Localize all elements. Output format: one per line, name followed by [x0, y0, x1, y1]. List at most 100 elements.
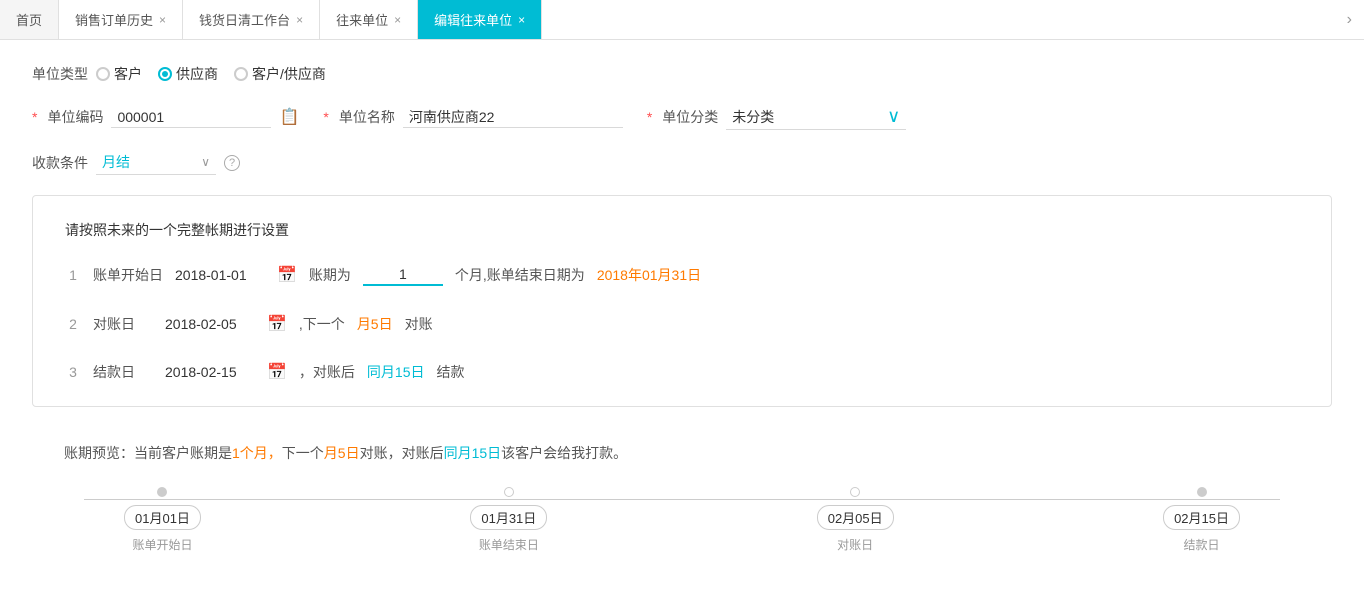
tab-edit-partner-label: 编辑往来单位 — [434, 10, 512, 29]
unit-category-select[interactable]: 未分类 ∨ — [726, 104, 906, 130]
radio-both-label: 客户/供应商 — [252, 64, 326, 84]
period-label-2: 对账日 — [93, 314, 153, 334]
period-suffix-pre-2: ,下一个 — [299, 314, 345, 334]
period-date-2: 2018-02-05 — [165, 316, 255, 332]
unit-name-star: * — [323, 109, 328, 125]
timeline-label-0: 账单开始日 — [132, 536, 192, 553]
timeline-node-2: 02月05日 对账日 — [817, 487, 894, 553]
payment-condition-group: 收款条件 月结 ∨ ? — [32, 150, 240, 175]
payment-condition-label: 收款条件 — [32, 153, 88, 173]
tab-home-label: 首页 — [16, 10, 42, 29]
payment-condition-row: 收款条件 月结 ∨ ? — [32, 150, 1332, 175]
timeline-wrap: 01月01日 账单开始日 01月31日 账单结束日 02月05日 对账日 02月… — [104, 487, 1260, 553]
period-value-input[interactable] — [363, 264, 443, 286]
unit-name-group: * 单位名称 — [323, 107, 622, 128]
period-row-1: 1 账单开始日 2018-01-01 📅 账期为 个月,账单结束日期为 2018… — [65, 264, 1299, 286]
period-suffix-post-3: 结款 — [437, 362, 465, 382]
unit-code-copy-icon[interactable]: 📋 — [279, 107, 299, 127]
payment-condition-arrow-icon: ∨ — [201, 155, 210, 169]
radio-supplier-label: 供应商 — [176, 64, 218, 84]
period-row-2: 2 对账日 2018-02-05 📅 ,下一个 月5日 对账 — [65, 314, 1299, 334]
radio-customer-label: 客户 — [114, 64, 142, 84]
unit-name-label: 单位名称 — [339, 107, 395, 127]
tab-edit-partner-close[interactable]: × — [518, 13, 525, 27]
radio-both-circle — [234, 67, 248, 81]
unit-category-star: * — [647, 109, 652, 125]
period-cal-icon-3[interactable]: 📅 — [267, 362, 287, 382]
timeline-pill-0: 01月01日 — [124, 505, 201, 530]
unit-code-input[interactable] — [111, 107, 271, 128]
timeline-node-3: 02月15日 结款日 — [1163, 487, 1240, 553]
preview-highlight2: 月5日 — [324, 445, 360, 461]
period-row-3: 3 结款日 2018-02-15 📅 ，对账后 同月15日 结款 — [65, 362, 1299, 382]
unit-category-arrow-icon: ∨ — [887, 106, 900, 127]
timeline-container: 01月01日 账单开始日 01月31日 账单结束日 02月05日 对账日 02月… — [64, 487, 1300, 553]
preview-highlight1: 1个月， — [232, 445, 282, 461]
period-label-1: 账单开始日 — [93, 265, 163, 285]
timeline-label-2: 对账日 — [837, 536, 873, 553]
unit-code-label: 单位编码 — [47, 107, 103, 127]
tab-sales-history[interactable]: 销售订单历史 × — [59, 0, 183, 39]
period-label-3: 结款日 — [93, 362, 153, 382]
tab-partner-units-close[interactable]: × — [394, 13, 401, 27]
period-num-3: 3 — [65, 364, 81, 380]
main-content: 单位类型 客户 供应商 客户/供应商 * 单位编码 — [0, 40, 1364, 608]
radio-supplier[interactable]: 供应商 — [158, 64, 218, 84]
payment-condition-dropdown[interactable]: 月结 ∨ — [96, 150, 216, 175]
radio-both[interactable]: 客户/供应商 — [234, 64, 326, 84]
preview-section: 账期预览：当前客户账期是1个月，下一个月5日对账，对账后同月15日该客户会给我打… — [32, 427, 1332, 553]
tab-sales-history-close[interactable]: × — [159, 13, 166, 27]
preview-mid2: 对账，对账后 — [360, 445, 444, 461]
unit-code-star: * — [32, 109, 37, 125]
preview-suffix: 该客户会给我打款。 — [501, 445, 627, 461]
unit-category-label: 单位分类 — [662, 107, 718, 127]
preview-mid1: 下一个 — [282, 445, 324, 461]
period-num-1: 1 — [65, 267, 81, 283]
unit-type-group: 单位类型 客户 供应商 客户/供应商 — [32, 64, 326, 84]
period-suffix-highlight-3: 同月15日 — [367, 362, 425, 382]
radio-group: 客户 供应商 客户/供应商 — [96, 64, 326, 84]
period-suffix-pre-3: ，对账后 — [299, 362, 355, 382]
tab-partner-units-label: 往来单位 — [336, 10, 388, 29]
period-end-date-1: 2018年01月31日 — [597, 265, 701, 285]
timeline-node-1: 01月31日 账单结束日 — [470, 487, 547, 553]
timeline-label-3: 结款日 — [1184, 536, 1220, 553]
unit-type-row: 单位类型 客户 供应商 客户/供应商 — [32, 64, 1332, 84]
tab-expand-button[interactable]: › — [1335, 11, 1364, 29]
timeline-dot-0 — [157, 487, 167, 497]
tab-partner-units[interactable]: 往来单位 × — [320, 0, 418, 39]
period-suffix-post-2: 对账 — [405, 314, 433, 334]
timeline-pill-3: 02月15日 — [1163, 505, 1240, 530]
timeline-pill-1: 01月31日 — [470, 505, 547, 530]
preview-text: 账期预览：当前客户账期是1个月，下一个月5日对账，对账后同月15日该客户会给我打… — [64, 443, 1300, 463]
tab-cash-desk-close[interactable]: × — [296, 13, 303, 27]
preview-highlight3: 同月15日 — [444, 445, 502, 461]
period-date-1: 2018-01-01 — [175, 267, 265, 283]
period-text-1: 账期为 — [309, 265, 351, 285]
timeline-dot-2 — [850, 487, 860, 497]
unit-type-label: 单位类型 — [32, 64, 88, 84]
unit-info-row: * 单位编码 📋 * 单位名称 * 单位分类 未分类 ∨ — [32, 104, 1332, 130]
tab-edit-partner[interactable]: 编辑往来单位 × — [418, 0, 542, 39]
period-cal-icon-1[interactable]: 📅 — [277, 265, 297, 285]
period-settings-box: 请按照未来的一个完整帐期进行设置 1 账单开始日 2018-01-01 📅 账期… — [32, 195, 1332, 407]
period-cal-icon-2[interactable]: 📅 — [267, 314, 287, 334]
payment-condition-value: 月结 — [102, 152, 201, 172]
period-date-3: 2018-02-15 — [165, 364, 255, 380]
radio-customer-circle — [96, 67, 110, 81]
timeline-dot-1 — [504, 487, 514, 497]
tab-sales-history-label: 销售订单历史 — [75, 10, 153, 29]
radio-customer[interactable]: 客户 — [96, 64, 142, 84]
unit-name-input[interactable] — [403, 107, 623, 128]
period-num-2: 2 — [65, 316, 81, 332]
tab-bar: 首页 销售订单历史 × 钱货日清工作台 × 往来单位 × 编辑往来单位 × › — [0, 0, 1364, 40]
tab-home[interactable]: 首页 — [0, 0, 59, 39]
period-suffix-highlight-2: 月5日 — [357, 314, 393, 334]
radio-supplier-circle — [158, 67, 172, 81]
tab-cash-desk[interactable]: 钱货日清工作台 × — [183, 0, 320, 39]
unit-category-value: 未分类 — [732, 107, 887, 127]
preview-prefix: 账期预览：当前客户账期是 — [64, 445, 232, 461]
timeline-label-1: 账单结束日 — [479, 536, 539, 553]
payment-condition-help-icon[interactable]: ? — [224, 155, 240, 171]
period-unit-1: 个月,账单结束日期为 — [455, 265, 585, 285]
